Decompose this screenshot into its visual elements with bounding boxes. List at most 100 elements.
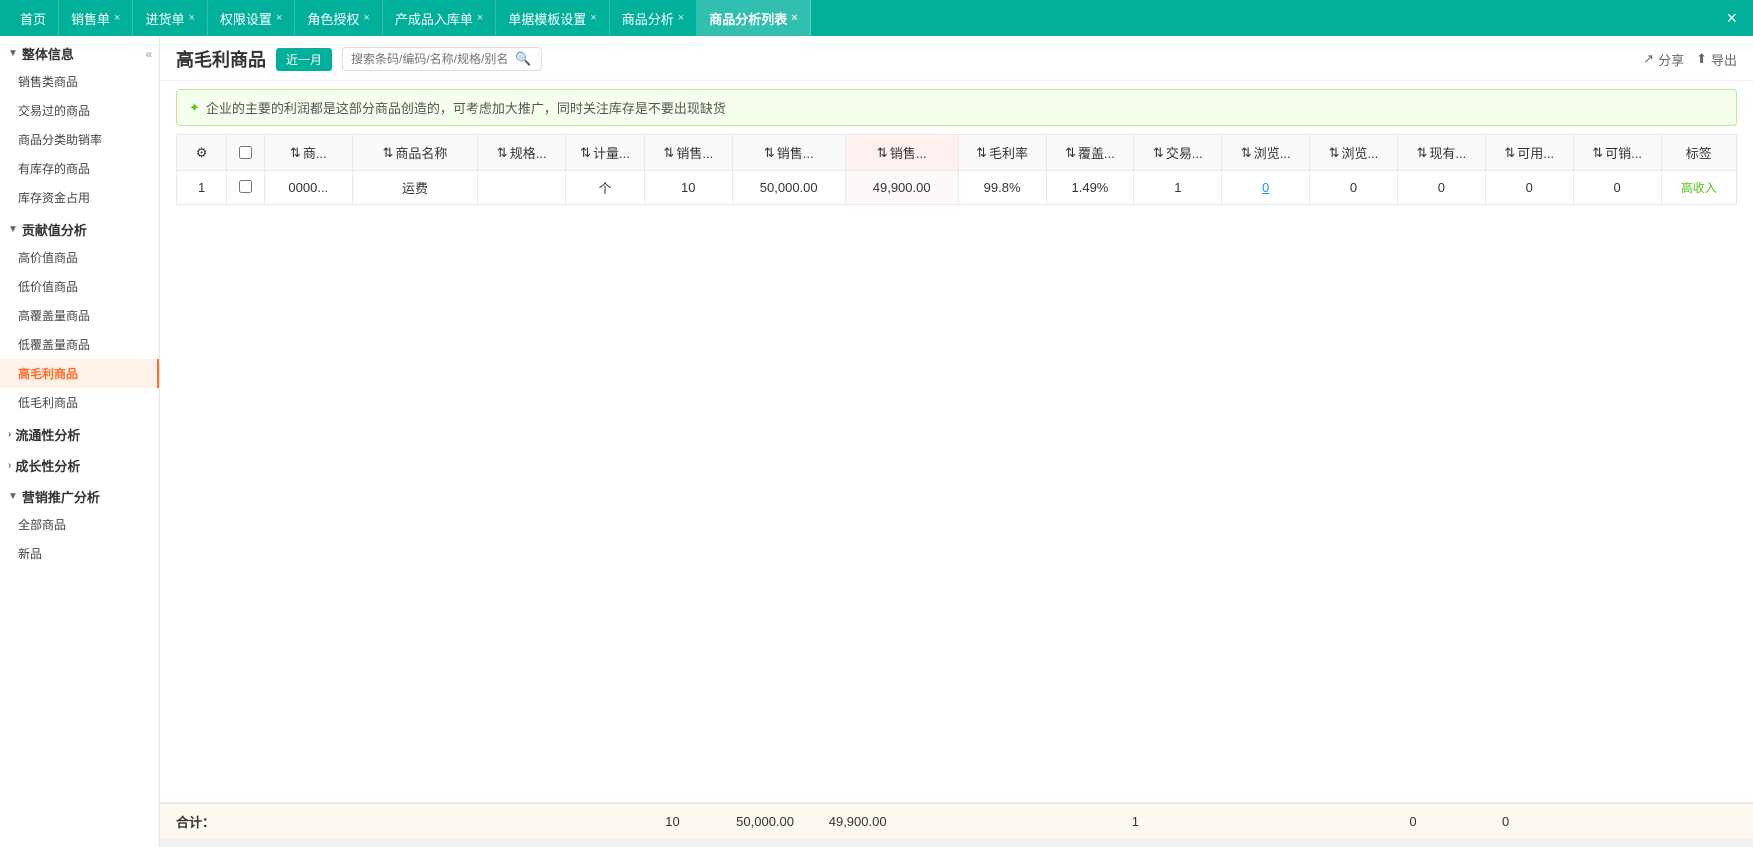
col-unit[interactable]: ⇅计量... — [566, 135, 645, 171]
export-button[interactable]: ⬆ 导出 — [1696, 50, 1737, 69]
share-button[interactable]: ↗ 分享 — [1643, 50, 1684, 69]
sidebar-group-circulation[interactable]: › 流通性分析 — [0, 417, 159, 448]
col-available[interactable]: ⇅可用... — [1485, 135, 1573, 171]
sidebar-item-in-stock[interactable]: 有库存的商品 — [0, 154, 159, 183]
col-sales-amount[interactable]: ⇅销售... — [732, 135, 845, 171]
nav-tab-roles[interactable]: 角色授权 × — [295, 0, 382, 36]
sidebar-item-new-goods[interactable]: 新品 — [0, 539, 159, 568]
col-browse2[interactable]: ⇅浏览... — [1310, 135, 1398, 171]
col-saleable[interactable]: ⇅可销... — [1573, 135, 1661, 171]
sidebar-group-marketing[interactable]: ▼ 营销推广分析 — [0, 479, 159, 510]
sidebar-item-high-value[interactable]: 高价值商品 — [0, 243, 159, 272]
arrow-marketing: ▼ — [8, 491, 18, 502]
cell-sales-qty: 10 — [644, 171, 732, 205]
sidebar-group-contribution[interactable]: ▼ 贡献值分析 — [0, 212, 159, 243]
nav-tab-home[interactable]: 首页 — [8, 0, 59, 36]
search-icon[interactable]: 🔍 — [515, 51, 531, 67]
period-button[interactable]: 近一月 — [276, 48, 332, 71]
nav-tab-analysis-list[interactable]: 商品分析列表 × — [697, 0, 810, 36]
close-sales-tab[interactable]: × — [114, 12, 120, 24]
footer-empty7 — [1182, 814, 1275, 829]
cell-browse2: 0 — [1310, 171, 1398, 205]
sidebar-item-sales-goods[interactable]: 销售类商品 — [0, 67, 159, 96]
sidebar-item-stock-capital[interactable]: 库存资金占用 — [0, 183, 159, 212]
main-area: « ▼ 整体信息 销售类商品 交易过的商品 商品分类助销率 有库存的商品 库存资… — [0, 36, 1753, 847]
content-area: 高毛利商品 近一月 🔍 ↗ 分享 ⬆ 导出 ✦ 企业的主要的利润都是这部分商品创… — [160, 36, 1753, 847]
footer-transaction: 1 — [1089, 814, 1182, 829]
cell-code[interactable]: 0000... — [264, 171, 352, 205]
close-template-tab[interactable]: × — [590, 12, 596, 24]
close-inbound-tab[interactable]: × — [477, 12, 483, 24]
cell-sales-amount: 50,000.00 — [732, 171, 845, 205]
sidebar-item-all-goods[interactable]: 全部商品 — [0, 510, 159, 539]
bottom-scrollbar[interactable] — [160, 839, 1753, 847]
close-all-tabs[interactable]: × — [1718, 8, 1745, 29]
content-header: 高毛利商品 近一月 🔍 ↗ 分享 ⬆ 导出 — [160, 36, 1753, 81]
footer-cell-empty3 — [441, 814, 534, 829]
sidebar-item-traded-goods[interactable]: 交易过的商品 — [0, 96, 159, 125]
nav-tab-template[interactable]: 单据模板设置 × — [496, 0, 609, 36]
cell-name: 运费 — [352, 171, 478, 205]
footer-empty5 — [904, 814, 997, 829]
sidebar-item-high-coverage[interactable]: 高覆盖量商品 — [0, 301, 159, 330]
sidebar-item-low-value[interactable]: 低价值商品 — [0, 272, 159, 301]
share-icon: ↗ — [1643, 51, 1654, 67]
col-index: ⚙ — [177, 135, 227, 171]
footer-sales-amount: 50,000.00 — [719, 814, 812, 829]
data-table: ⚙ ⇅商... ⇅商品名称 ⇅规格... — [176, 134, 1737, 205]
sidebar-group-growth[interactable]: › 成长性分析 — [0, 448, 159, 479]
table-row: 1 0000... 运费 个 10 50,000.00 49,900.00 99… — [177, 171, 1737, 205]
close-permissions-tab[interactable]: × — [276, 12, 282, 24]
search-box: 🔍 — [342, 47, 542, 71]
col-current-stock[interactable]: ⇅现有... — [1397, 135, 1485, 171]
col-spec[interactable]: ⇅规格... — [478, 135, 566, 171]
footer-empty9 — [1552, 814, 1645, 829]
row-checkbox[interactable] — [239, 180, 252, 193]
footer-empty6 — [997, 814, 1090, 829]
sidebar-group-overall[interactable]: ▼ 整体信息 — [0, 36, 159, 67]
page-title: 高毛利商品 — [176, 46, 266, 72]
cell-checkbox[interactable] — [227, 171, 265, 205]
footer-cells: 10 50,000.00 49,900.00 1 0 0 — [256, 814, 1737, 829]
nav-tab-sales[interactable]: 销售单 × — [59, 0, 133, 36]
data-table-container: ⚙ ⇅商... ⇅商品名称 ⇅规格... — [160, 134, 1753, 802]
cell-sales-profit: 49,900.00 — [845, 171, 958, 205]
table-footer: 合计： 10 50,000.00 49,900.00 1 0 0 — [160, 802, 1753, 839]
col-code[interactable]: ⇅商... — [264, 135, 352, 171]
cell-transaction: 1 — [1134, 171, 1222, 205]
footer-cell-empty1 — [256, 814, 349, 829]
cell-gross-margin: 99.8% — [958, 171, 1046, 205]
sidebar-collapse-btn[interactable]: « — [139, 44, 159, 64]
nav-tab-analysis[interactable]: 商品分析 × — [610, 0, 697, 36]
browse1-link[interactable]: 0 — [1262, 180, 1269, 195]
cell-unit: 个 — [566, 171, 645, 205]
sidebar-item-category-rate[interactable]: 商品分类助销率 — [0, 125, 159, 154]
cell-browse1[interactable]: 0 — [1222, 171, 1310, 205]
col-transaction[interactable]: ⇅交易... — [1134, 135, 1222, 171]
nav-tab-permissions[interactable]: 权限设置 × — [208, 0, 295, 36]
arrow-circulation: › — [8, 429, 11, 440]
sidebar-item-low-coverage[interactable]: 低覆盖量商品 — [0, 330, 159, 359]
col-coverage[interactable]: ⇅覆盖... — [1046, 135, 1134, 171]
search-input[interactable] — [351, 52, 511, 66]
close-roles-tab[interactable]: × — [363, 12, 369, 24]
col-sales-qty[interactable]: ⇅销售... — [644, 135, 732, 171]
close-analysis-tab[interactable]: × — [678, 12, 684, 24]
col-browse1[interactable]: ⇅浏览... — [1222, 135, 1310, 171]
footer-empty8 — [1274, 814, 1367, 829]
nav-tab-purchase[interactable]: 进货单 × — [133, 0, 207, 36]
sidebar-item-high-margin[interactable]: 高毛利商品 — [0, 359, 159, 388]
select-all-checkbox[interactable] — [239, 146, 252, 159]
col-name[interactable]: ⇅商品名称 — [352, 135, 478, 171]
sidebar-item-low-margin[interactable]: 低毛利商品 — [0, 388, 159, 417]
close-analysis-list-tab[interactable]: × — [791, 12, 797, 24]
col-checkbox[interactable] — [227, 135, 265, 171]
cell-coverage: 1.49% — [1046, 171, 1134, 205]
footer-available: 0 — [1459, 814, 1552, 829]
info-banner: ✦ 企业的主要的利润都是这部分商品创造的，可考虑加大推广，同时关注库存是不要出现… — [176, 89, 1737, 126]
col-sales-profit[interactable]: ⇅销售... — [845, 135, 958, 171]
col-tag[interactable]: 标签 — [1661, 135, 1736, 171]
nav-tab-inbound[interactable]: 产成品入库单 × — [383, 0, 496, 36]
close-purchase-tab[interactable]: × — [188, 12, 194, 24]
col-gross-margin[interactable]: ⇅毛利率 — [958, 135, 1046, 171]
